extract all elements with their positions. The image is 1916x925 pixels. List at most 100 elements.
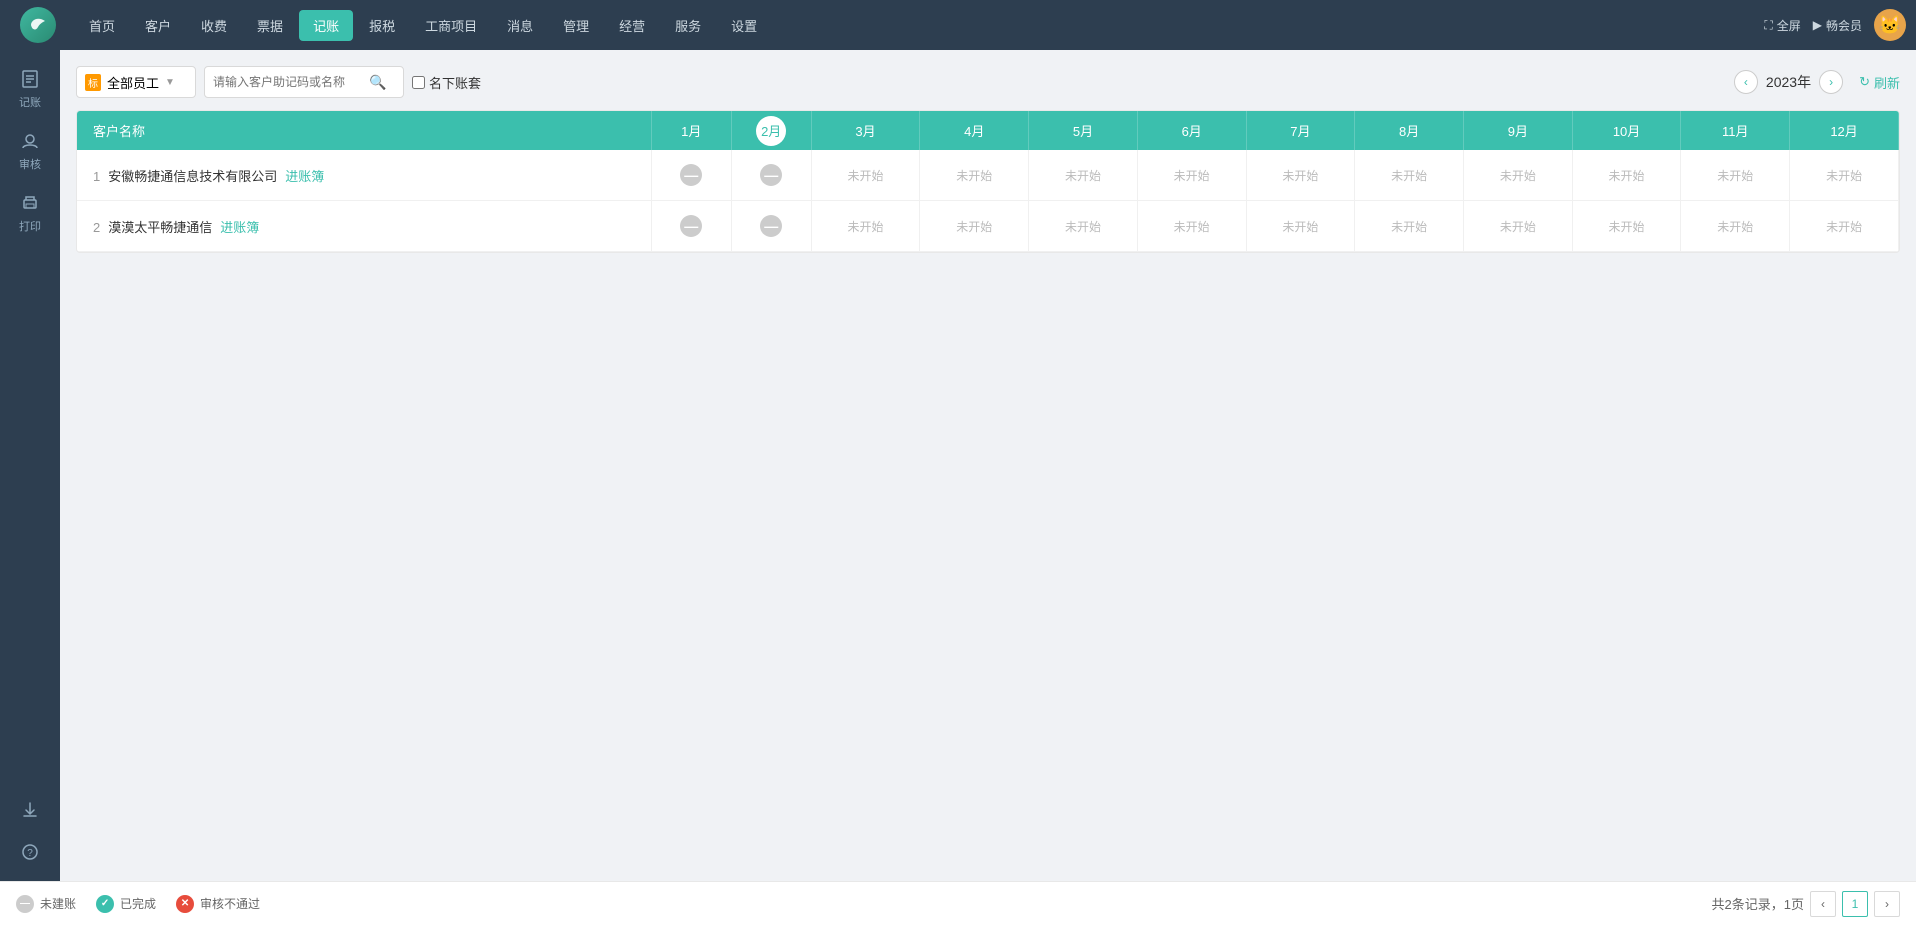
refresh-icon: ↻: [1859, 74, 1870, 90]
nav-home[interactable]: 首页: [75, 10, 129, 41]
cell-m8-1: 未开始: [1355, 201, 1464, 252]
status-not-started: 未开始: [1826, 220, 1862, 234]
status-not-created: —: [760, 164, 782, 186]
legend-rejected: ✕ 审核不通过: [176, 895, 260, 913]
sidebar: 记账 审核 打印: [0, 50, 60, 881]
status-not-created: —: [680, 164, 702, 186]
search-icon[interactable]: 🔍: [369, 74, 386, 91]
legend-not-created-dot: —: [16, 895, 34, 913]
enter-ledger-link[interactable]: 进账簿: [285, 169, 324, 184]
cell-m12-0: 未开始: [1790, 150, 1899, 201]
cell-m6-0: 未开始: [1137, 150, 1246, 201]
legend-not-created: — 未建账: [16, 895, 76, 913]
refresh-button[interactable]: ↻ 刷新: [1859, 73, 1900, 92]
my-account-filter[interactable]: 名下账套: [412, 73, 481, 92]
nav-settings[interactable]: 设置: [717, 10, 771, 41]
logo-icon: [20, 7, 56, 43]
cell-m2-0[interactable]: —: [731, 150, 811, 201]
table-row: 2 漠漠太平畅捷通信进账簿 — — 未开始 未开始 未开始 未开始 未开始 未开始 未开始 未开始 未开…: [77, 201, 1899, 252]
member-button[interactable]: ▶ 畅会员: [1813, 17, 1862, 34]
sidebar-help[interactable]: ?: [4, 833, 56, 871]
cell-m10-1: 未开始: [1572, 201, 1681, 252]
accounting-table: 客户名称 1月 2月 3月 4月 5月 6月 7月: [77, 111, 1899, 252]
sidebar-item-review[interactable]: 审核: [4, 122, 56, 180]
status-not-created: —: [680, 215, 702, 237]
cell-m1-1[interactable]: —: [651, 201, 731, 252]
svg-text:?: ?: [27, 848, 33, 859]
nav-business[interactable]: 工商项目: [411, 10, 491, 41]
cell-m1-0[interactable]: —: [651, 150, 731, 201]
enter-ledger-link[interactable]: 进账簿: [220, 220, 259, 235]
company-name: 安徽畅捷通信息技术有限公司: [108, 169, 277, 184]
nav-service[interactable]: 服务: [661, 10, 715, 41]
cell-m4-1: 未开始: [920, 201, 1029, 252]
col-header-may: 5月: [1029, 111, 1138, 150]
search-input[interactable]: [213, 75, 363, 89]
legend-completed-dot: ✓: [96, 895, 114, 913]
status-not-created: —: [760, 215, 782, 237]
col-header-mar: 3月: [811, 111, 920, 150]
cell-m5-1: 未开始: [1029, 201, 1138, 252]
search-container: 🔍: [204, 66, 404, 98]
col-header-aug: 8月: [1355, 111, 1464, 150]
status-not-started: 未开始: [956, 220, 992, 234]
sidebar-bottom: ?: [4, 791, 56, 881]
pagination: 共2条记录，1页 ‹ 1 ›: [1712, 891, 1900, 917]
print-icon: [19, 192, 41, 214]
nav-billing[interactable]: 收费: [187, 10, 241, 41]
nav-message[interactable]: 消息: [493, 10, 547, 41]
status-not-started: 未开始: [1391, 220, 1427, 234]
cell-m11-1: 未开始: [1681, 201, 1790, 252]
row-number: 2: [93, 220, 100, 235]
nav-operation[interactable]: 经营: [605, 10, 659, 41]
cell-m11-0: 未开始: [1681, 150, 1790, 201]
prev-page-button[interactable]: ‹: [1810, 891, 1836, 917]
nav-customer[interactable]: 客户: [131, 10, 185, 41]
col-header-jun: 6月: [1137, 111, 1246, 150]
top-navigation: 首页 客户 收费 票据 记账 报税 工商项目 消息 管理 经营 服务 设置 ⛶ …: [0, 0, 1916, 50]
cell-m10-0: 未开始: [1572, 150, 1681, 201]
sidebar-item-print[interactable]: 打印: [4, 184, 56, 242]
cell-m2-1[interactable]: —: [731, 201, 811, 252]
nav-manage[interactable]: 管理: [549, 10, 603, 41]
status-not-started: 未开始: [1391, 169, 1427, 183]
status-not-started: 未开始: [848, 220, 884, 234]
nav-tax[interactable]: 报税: [355, 10, 409, 41]
sidebar-item-accounting[interactable]: 记账: [4, 60, 56, 118]
fullscreen-button[interactable]: ⛶ 全屏: [1764, 17, 1800, 34]
nav-invoice[interactable]: 票据: [243, 10, 297, 41]
sidebar-download[interactable]: [4, 791, 56, 829]
cell-m4-0: 未开始: [920, 150, 1029, 201]
status-not-started: 未开始: [1174, 169, 1210, 183]
cell-m6-1: 未开始: [1137, 201, 1246, 252]
col-header-jan: 1月: [651, 111, 731, 150]
prev-year-button[interactable]: ‹: [1734, 70, 1758, 94]
year-display: 2023年: [1766, 72, 1811, 92]
my-account-checkbox[interactable]: [412, 76, 425, 89]
col-header-jul: 7月: [1246, 111, 1355, 150]
status-not-started: 未开始: [1065, 169, 1101, 183]
status-not-started: 未开始: [1609, 220, 1645, 234]
company-name: 漠漠太平畅捷通信: [108, 220, 212, 235]
col-header-sep: 9月: [1463, 111, 1572, 150]
nav-right-area: ⛶ 全屏 ▶ 畅会员 🐱: [1764, 9, 1906, 41]
download-icon: [19, 799, 41, 821]
next-year-button[interactable]: ›: [1819, 70, 1843, 94]
cell-m3-1: 未开始: [811, 201, 920, 252]
filter-tag-icon: 标: [85, 74, 101, 91]
cell-m7-0: 未开始: [1246, 150, 1355, 201]
cell-name-1: 2 漠漠太平畅捷通信进账簿: [77, 201, 651, 252]
content-area: 标 全部员工 ▼ 🔍 名下账套 ‹ 2023年 › ↻ 刷新: [60, 50, 1916, 881]
fullscreen-icon: ⛶: [1764, 18, 1772, 33]
data-table-container: 客户名称 1月 2月 3月 4月 5月 6月 7月: [76, 110, 1900, 253]
table-scroll-wrap: 客户名称 1月 2月 3月 4月 5月 6月 7月: [77, 111, 1899, 252]
user-avatar[interactable]: 🐱: [1874, 9, 1906, 41]
cell-m7-1: 未开始: [1246, 201, 1355, 252]
legend-completed: ✓ 已完成: [96, 895, 156, 913]
status-not-started: 未开始: [1065, 220, 1101, 234]
nav-accounting[interactable]: 记账: [299, 10, 353, 41]
next-page-button[interactable]: ›: [1874, 891, 1900, 917]
page-1-button[interactable]: 1: [1842, 891, 1868, 917]
status-not-started: 未开始: [1174, 220, 1210, 234]
employee-filter[interactable]: 标 全部员工 ▼: [76, 66, 196, 98]
